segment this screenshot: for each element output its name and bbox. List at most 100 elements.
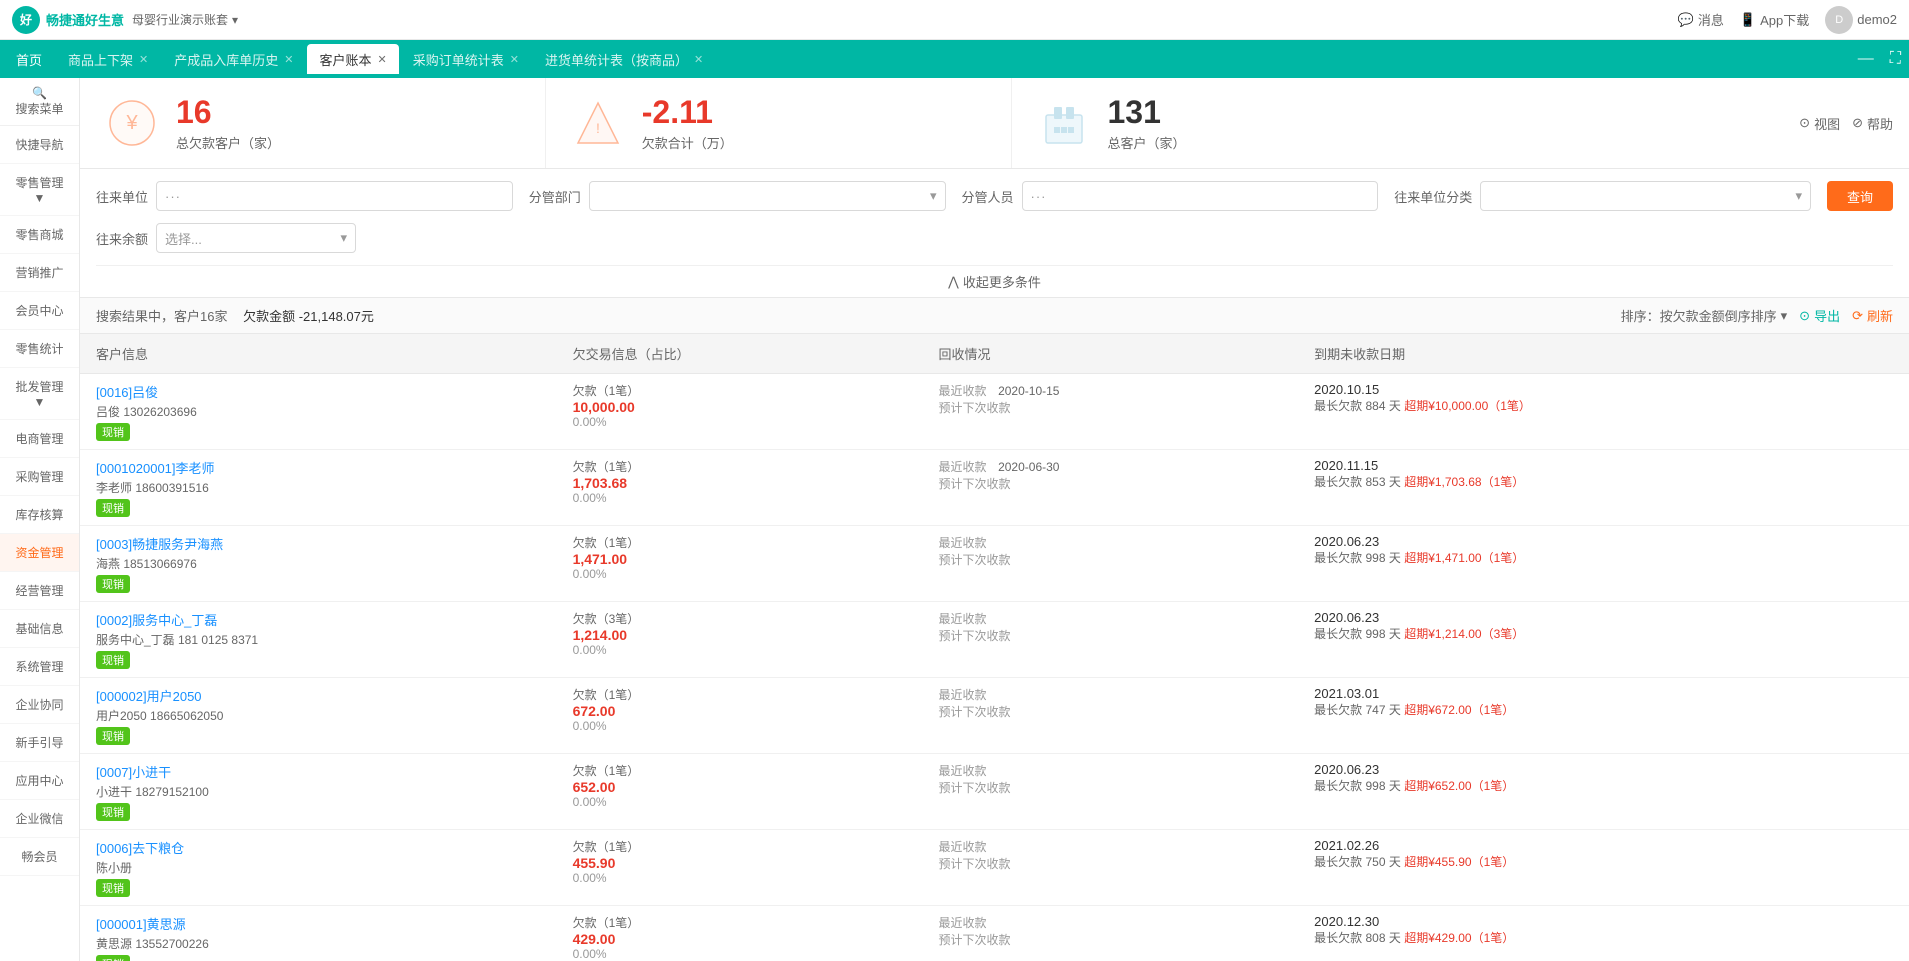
sidebar-item-purchase[interactable]: 采购管理 [0, 458, 79, 496]
tab-products[interactable]: 商品上下架 ✕ [56, 44, 160, 74]
sidebar-item-batch-mgmt[interactable]: 批发管理 ▼ [0, 368, 79, 420]
overdue-amount-2[interactable]: 超期¥1,471.00（1笔） [1404, 551, 1524, 565]
overdue-amount-5[interactable]: 超期¥652.00（1笔） [1404, 779, 1514, 793]
sidebar-item-marketing[interactable]: 营销推广 [0, 254, 79, 292]
tab-close-purchase[interactable]: ✕ [510, 53, 519, 66]
view-btn[interactable]: ⊙ 视图 [1799, 114, 1840, 133]
sidebar-item-basic-info[interactable]: 基础信息 [0, 610, 79, 648]
tab-close-production[interactable]: ✕ [284, 53, 293, 66]
download-icon: 📱 [1740, 12, 1756, 28]
sidebar-item-wechat[interactable]: 企业微信 [0, 800, 79, 838]
stat-info-customers: 16 总欠款客户（家） [176, 94, 280, 152]
tab-incoming[interactable]: 进货单统计表（按商品） ✕ [533, 44, 715, 74]
sidebar-item-finance[interactable]: 资金管理 [0, 534, 79, 572]
cell-debt-0: 欠款（1笔） 10,000.00 0.00% [557, 374, 923, 450]
export-btn[interactable]: ⊙ 导出 [1799, 306, 1840, 325]
sort-select[interactable]: 排序：按欠款金额倒序排序 ▾ [1621, 306, 1788, 325]
refresh-btn[interactable]: ⟳ 刷新 [1852, 306, 1893, 325]
cell-customer-6: [0006]去下粮仓 陈小册 现销 [80, 830, 557, 906]
sidebar: 🔍 搜索菜单 快捷导航 零售管理 ▼ 零售商城 营销推广 会员中心 零售统计 批… [0, 78, 80, 961]
table-row: [000001]黄思源 黄思源 13552700226 现销 欠款（1笔） 42… [80, 906, 1909, 961]
sidebar-search[interactable]: 🔍 搜索菜单 [0, 78, 79, 126]
table-row: [0007]小进干 小进干 18279152100 现销 欠款（1笔） 652.… [80, 754, 1909, 830]
tab-customer[interactable]: 客户账本 ✕ [307, 44, 398, 74]
tab-close-incoming[interactable]: ✕ [694, 53, 703, 66]
cell-overdue-3: 2020.06.23 最长欠款 998 天 超期¥1,214.00（3笔） [1298, 602, 1909, 678]
overdue-amount-6[interactable]: 超期¥455.90（1笔） [1404, 855, 1514, 869]
customer-link-0[interactable]: [0016]吕俊 [96, 382, 541, 401]
customer-link-7[interactable]: [000001]黄思源 [96, 914, 541, 933]
person-input[interactable]: ··· [1022, 181, 1379, 211]
stat-actions: ⊙ 视图 ⊘ 帮助 [1799, 114, 1893, 133]
tab-home[interactable]: 首页 [4, 44, 54, 74]
customer-sub-6: 陈小册 [96, 859, 541, 876]
tab-close-customer[interactable]: ✕ [378, 53, 387, 66]
top-bar-right: 💬 消息 📱 App下载 D demo2 [1678, 6, 1897, 34]
filter-person: 分管人员 ··· [962, 181, 1379, 211]
customer-link-5[interactable]: [0007]小进干 [96, 762, 541, 781]
sidebar-item-inventory[interactable]: 库存核算 [0, 496, 79, 534]
content-area: ¥ 16 总欠款客户（家） ! -2.11 欠款合计（万） [80, 78, 1909, 961]
customer-sub-4: 用户2050 18665062050 [96, 707, 541, 724]
customer-link-4[interactable]: [000002]用户2050 [96, 686, 541, 705]
sidebar-item-operations[interactable]: 经营管理 [0, 572, 79, 610]
balance-input[interactable]: 选择... ▾ [156, 223, 356, 253]
debt-amount-5[interactable]: 652.00 [573, 779, 907, 795]
debt-amount-7[interactable]: 429.00 [573, 931, 907, 947]
sidebar-item-retail-shop[interactable]: 零售商城 [0, 216, 79, 254]
dots-icon: ··· [165, 189, 181, 204]
overdue-amount-7[interactable]: 超期¥429.00（1笔） [1404, 931, 1514, 945]
tab-maximize-btn[interactable]: ⛶ [1886, 48, 1905, 70]
download-btn[interactable]: 📱 App下载 [1740, 10, 1809, 29]
debt-amount-2[interactable]: 1,471.00 [573, 551, 907, 567]
next-collect-label-0: 预计下次收款 [938, 401, 1010, 415]
debt-amount-3[interactable]: 1,214.00 [573, 627, 907, 643]
debt-count-5: 欠款（1笔） [573, 762, 907, 779]
overdue-amount-1[interactable]: 超期¥1,703.68（1笔） [1404, 475, 1524, 489]
tab-production[interactable]: 产成品入库单历史 ✕ [162, 44, 305, 74]
filter-balance-label: 往来余额 [96, 229, 148, 248]
overdue-amount-3[interactable]: 超期¥1,214.00（3笔） [1404, 627, 1524, 641]
overdue-amount-4[interactable]: 超期¥672.00（1笔） [1404, 703, 1514, 717]
stat-card-amount: ! -2.11 欠款合计（万） [546, 78, 1012, 168]
debt-amount-6[interactable]: 455.90 [573, 855, 907, 871]
customer-link-6[interactable]: [0006]去下粮仓 [96, 838, 541, 857]
customer-link-1[interactable]: [0001020001]李老师 [96, 458, 541, 477]
stats-row: ¥ 16 总欠款客户（家） ! -2.11 欠款合计（万） [80, 78, 1909, 169]
sidebar-item-guide[interactable]: 新手引导 [0, 724, 79, 762]
sidebar-item-system[interactable]: 系统管理 [0, 648, 79, 686]
sidebar-item-retail-stats[interactable]: 零售统计 [0, 330, 79, 368]
dept-input[interactable]: ▾ [589, 181, 946, 211]
sidebar-item-enterprise[interactable]: 企业协同 [0, 686, 79, 724]
tab-minimize-btn[interactable]: — [1854, 48, 1878, 70]
overdue-amount-0[interactable]: 超期¥10,000.00（1笔） [1404, 399, 1531, 413]
tab-close-products[interactable]: ✕ [139, 53, 148, 66]
message-btn[interactable]: 💬 消息 [1678, 10, 1724, 29]
sidebar-item-retail-mgmt[interactable]: 零售管理 ▼ [0, 164, 79, 216]
search-button[interactable]: 查询 [1827, 181, 1893, 211]
stat-icon-total [1036, 95, 1092, 151]
customer-input[interactable]: ··· [156, 181, 513, 211]
category-input[interactable]: ▾ [1480, 181, 1811, 211]
customer-link-3[interactable]: [0002]服务中心_丁磊 [96, 610, 541, 629]
sidebar-item-ecom[interactable]: 电商管理 [0, 420, 79, 458]
debt-amount-4[interactable]: 672.00 [573, 703, 907, 719]
sidebar-item-vip[interactable]: 畅会员 [0, 838, 79, 876]
sidebar-item-members[interactable]: 会员中心 [0, 292, 79, 330]
sidebar-item-app-center[interactable]: 应用中心 [0, 762, 79, 800]
table-row: [0016]吕俊 吕俊 13026203696 现销 欠款（1笔） 10,000… [80, 374, 1909, 450]
customer-sub-7: 黄思源 13552700226 [96, 935, 541, 952]
stat-value-amount: -2.11 [642, 94, 733, 131]
next-collect-label-6: 预计下次收款 [938, 857, 1010, 871]
debt-amount-1[interactable]: 1,703.68 [573, 475, 907, 491]
customer-link-2[interactable]: [0003]畅捷服务尹海燕 [96, 534, 541, 553]
company-select[interactable]: 母婴行业演示账套 ▾ [132, 11, 238, 28]
tab-purchase[interactable]: 采购订单统计表 ✕ [401, 44, 531, 74]
user-menu[interactable]: D demo2 [1825, 6, 1897, 34]
recover-label-0: 最近收款 [938, 384, 986, 398]
table-container: 客户信息 欠交易信息（占比） 回收情况 到期未收款日期 [0016]吕俊 吕俊 … [80, 334, 1909, 961]
table-row: [0006]去下粮仓 陈小册 现销 欠款（1笔） 455.90 0.00% 最近… [80, 830, 1909, 906]
collapse-row[interactable]: ⋀ 收起更多条件 [96, 265, 1893, 297]
help-btn[interactable]: ⊘ 帮助 [1852, 114, 1893, 133]
debt-amount-0[interactable]: 10,000.00 [573, 399, 907, 415]
